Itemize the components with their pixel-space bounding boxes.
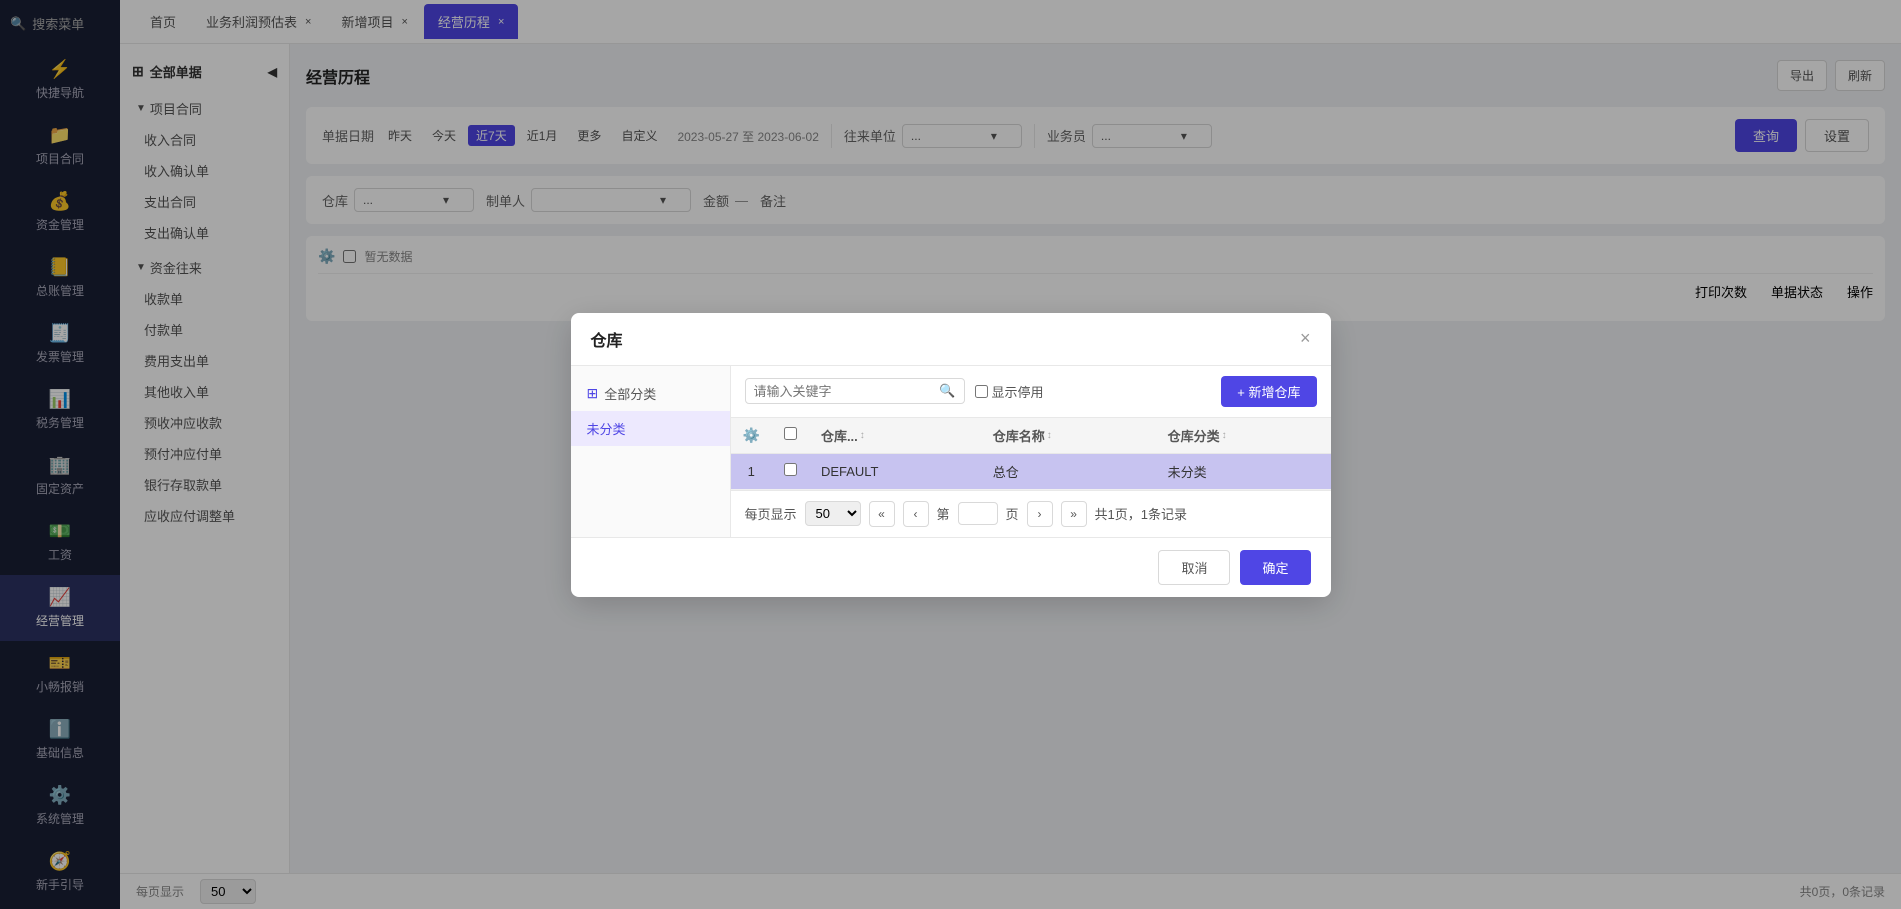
code-sort[interactable]: 仓库... ↕ xyxy=(821,426,969,445)
modal-footer: 取消 确定 xyxy=(571,537,1331,597)
th-code-label: 仓库... xyxy=(821,426,858,445)
modal-pagination: 每页显示 50 100 « ‹ 第 1 页 › » 共1页，1条记录 xyxy=(731,490,1331,537)
modal-page-size-label: 每页显示 xyxy=(745,504,797,523)
th-gear-icon[interactable]: ⚙️ xyxy=(743,427,760,443)
modal-page-size-select[interactable]: 50 100 xyxy=(805,501,861,526)
modal-table: ⚙️ 仓库... ↕ xyxy=(731,418,1331,490)
category-sort[interactable]: 仓库分类 ↕ xyxy=(1168,426,1319,445)
th-select-all[interactable] xyxy=(784,427,797,440)
last-page-btn[interactable]: » xyxy=(1061,501,1087,527)
sort-icon3: ↕ xyxy=(1222,430,1227,441)
modal-close-icon[interactable]: × xyxy=(1300,328,1311,349)
modal-body: ⊞ 全部分类 未分类 🔍 显示停用 + 新增仓库 xyxy=(571,366,1331,537)
table-row[interactable]: 1 DEFAULT 总仓 未分类 xyxy=(731,453,1331,489)
search-wrap: 🔍 xyxy=(745,378,965,404)
search-icon2: 🔍 xyxy=(939,383,955,399)
modal-all-category[interactable]: ⊞ 全部分类 xyxy=(571,376,730,411)
add-warehouse-button[interactable]: + 新增仓库 xyxy=(1221,376,1316,407)
name-sort[interactable]: 仓库名称 ↕ xyxy=(993,426,1144,445)
sort-icon2: ↕ xyxy=(1047,430,1052,441)
td-index: 1 xyxy=(731,453,772,489)
th-name: 仓库名称 ↕ xyxy=(981,418,1156,454)
prev-page-btn[interactable]: ‹ xyxy=(903,501,929,527)
td-name: 总仓 xyxy=(981,453,1156,489)
grid-icon2: ⊞ xyxy=(587,385,599,402)
th-checkbox xyxy=(772,418,809,454)
warehouse-modal: 仓库 × ⊞ 全部分类 未分类 🔍 显示停用 xyxy=(571,313,1331,597)
modal-toolbar: 🔍 显示停用 + 新增仓库 xyxy=(731,366,1331,418)
confirm-button[interactable]: 确定 xyxy=(1240,550,1310,585)
next-page-btn[interactable]: › xyxy=(1027,501,1053,527)
sort-icon: ↕ xyxy=(860,430,865,441)
th-name-label: 仓库名称 xyxy=(993,426,1045,445)
first-page-btn[interactable]: « xyxy=(869,501,895,527)
page-number-input[interactable]: 1 xyxy=(958,502,998,525)
modal-title: 仓库 xyxy=(591,327,623,351)
cancel-button[interactable]: 取消 xyxy=(1158,550,1230,585)
page-label: 第 xyxy=(937,504,950,523)
th-category-label: 仓库分类 xyxy=(1168,426,1220,445)
modal-left-panel: ⊞ 全部分类 未分类 xyxy=(571,366,731,537)
show-disabled-checkbox[interactable] xyxy=(975,385,988,398)
uncategorized-label: 未分类 xyxy=(587,419,626,438)
td-checkbox xyxy=(772,453,809,489)
modal-right-panel: 🔍 显示停用 + 新增仓库 ⚙️ xyxy=(731,366,1331,537)
page-suffix: 页 xyxy=(1006,504,1019,523)
td-category: 未分类 xyxy=(1156,453,1331,489)
th-category: 仓库分类 ↕ xyxy=(1156,418,1331,454)
modal-header: 仓库 × xyxy=(571,313,1331,366)
th-code: 仓库... ↕ xyxy=(809,418,981,454)
modal-total-label: 共1页，1条记录 xyxy=(1095,504,1187,523)
show-disabled-text: 显示停用 xyxy=(992,382,1044,401)
all-category-label: 全部分类 xyxy=(604,384,656,403)
modal-uncategorized[interactable]: 未分类 xyxy=(571,411,730,446)
warehouse-search-input[interactable] xyxy=(754,384,934,399)
show-disabled-label[interactable]: 显示停用 xyxy=(975,382,1044,401)
row-checkbox[interactable] xyxy=(784,463,797,476)
td-code: DEFAULT xyxy=(809,453,981,489)
table-header-row: ⚙️ 仓库... ↕ xyxy=(731,418,1331,454)
th-settings: ⚙️ xyxy=(731,418,772,454)
